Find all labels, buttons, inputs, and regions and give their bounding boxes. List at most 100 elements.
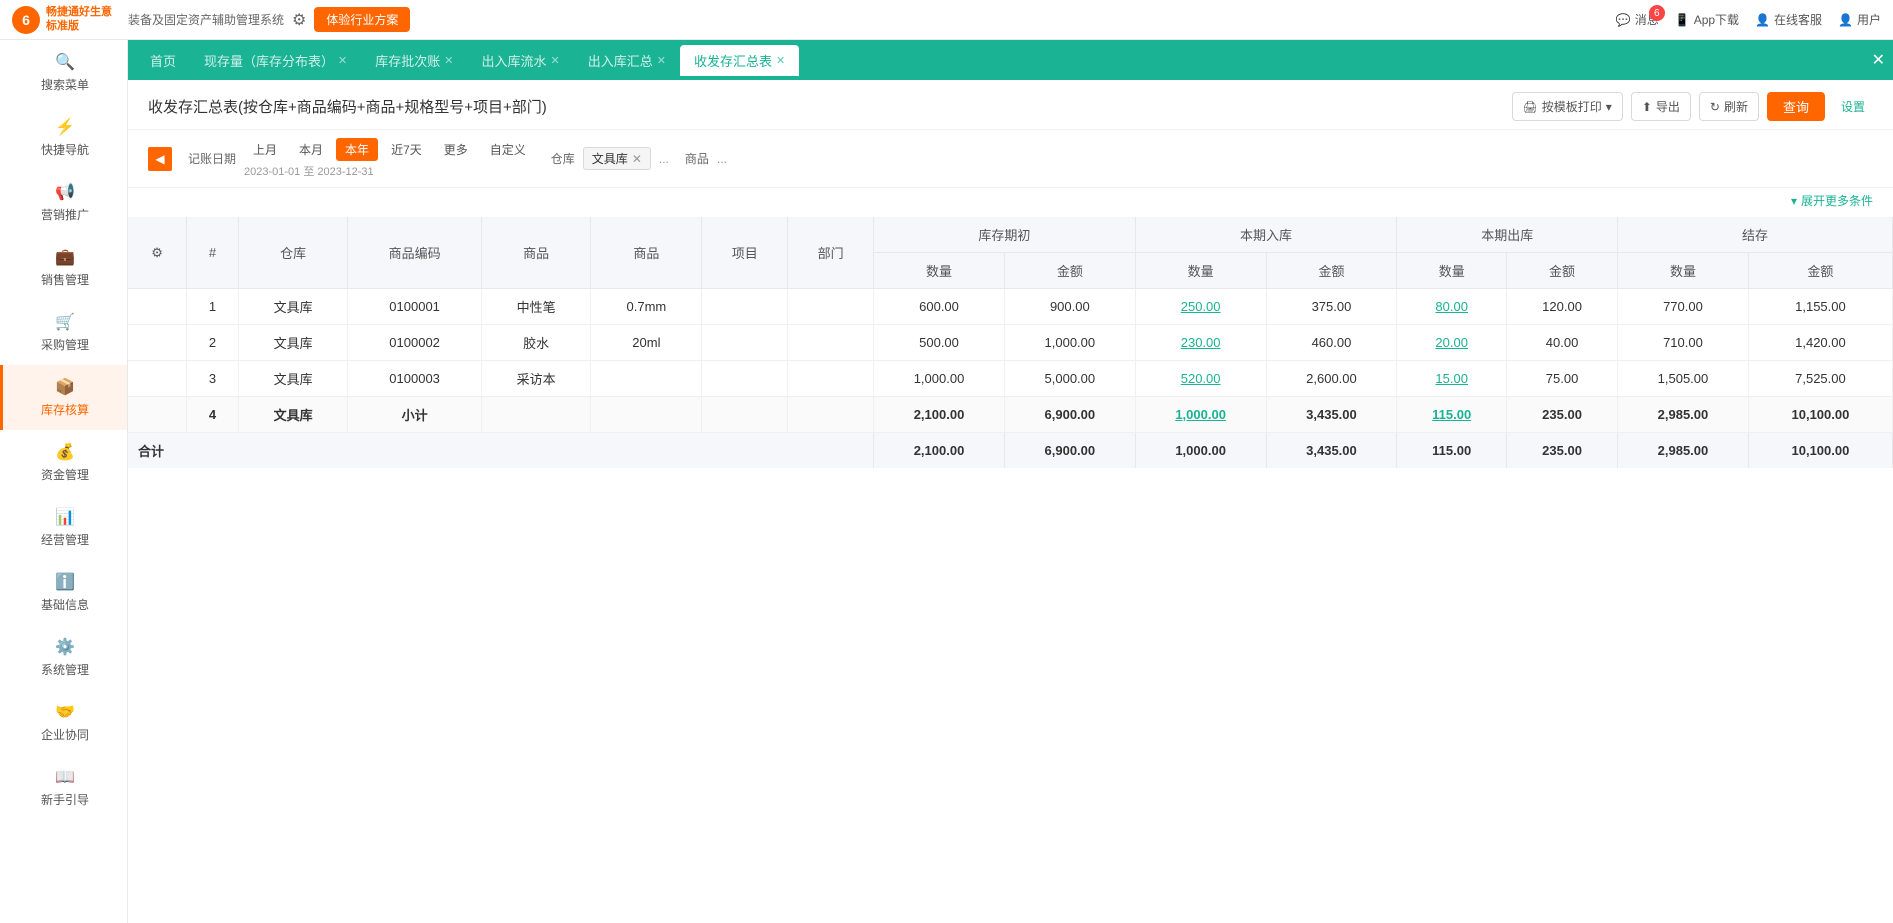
warehouse-more-btn[interactable]: ... [659, 152, 669, 166]
tab-flow[interactable]: 出入库流水 ✕ [467, 45, 573, 76]
date-btn-more[interactable]: 更多 [435, 138, 477, 161]
sidebar-item-purchase[interactable]: 🛒 采购管理 [0, 300, 127, 365]
col-settings-header[interactable]: ⚙ [128, 217, 187, 289]
goods-label: 商品 [685, 150, 709, 167]
tab-bar-close-button[interactable]: ✕ [1872, 50, 1885, 70]
row-in-amt: 375.00 [1266, 289, 1397, 325]
date-btn-this-year[interactable]: 本年 [336, 138, 378, 161]
expand-label: 展开更多条件 [1801, 192, 1873, 209]
tab-inventory-dist[interactable]: 现存量（库存分布表） ✕ [190, 45, 361, 76]
sidebar-item-enterprise[interactable]: 🤝 企业协同 [0, 690, 127, 755]
sidebar-item-label: 搜索菜单 [41, 76, 89, 93]
tab-batch[interactable]: 库存批次账 ✕ [361, 45, 467, 76]
tab-close-icon[interactable]: ✕ [657, 54, 666, 67]
row-project [702, 325, 788, 361]
goods-filter-group: 商品 ... [685, 150, 727, 167]
date-btn-this-month[interactable]: 本月 [290, 138, 332, 161]
sidebar-item-basic-info[interactable]: ℹ️ 基础信息 [0, 560, 127, 625]
trial-button[interactable]: 体验行业方案 [314, 7, 410, 32]
row-in-qty[interactable]: 250.00 [1135, 289, 1266, 325]
guide-icon: 📖 [55, 767, 75, 787]
settings-icon[interactable]: ⚙ [292, 10, 306, 30]
sidebar-item-quick[interactable]: ⚡ 快捷导航 [0, 105, 127, 170]
tab-summary-inout[interactable]: 出入库汇总 ✕ [574, 45, 680, 76]
tab-close-icon[interactable]: ✕ [551, 54, 560, 67]
row-init-qty: 600.00 [874, 289, 1005, 325]
filter-toggle[interactable]: ◀ [148, 147, 172, 171]
tab-close-icon[interactable]: ✕ [338, 54, 347, 67]
date-btn-custom[interactable]: 自定义 [481, 138, 535, 161]
tab-summary[interactable]: 收发存汇总表 ✕ [680, 45, 799, 76]
row-out-qty[interactable]: 15.00 [1397, 361, 1507, 397]
online-service-action[interactable]: 👤 在线客服 [1755, 11, 1822, 28]
col-project-header: 项目 [702, 217, 788, 289]
tab-label: 出入库流水 [481, 51, 546, 70]
row-out-qty[interactable]: 20.00 [1397, 325, 1507, 361]
row-in-qty[interactable]: 230.00 [1135, 325, 1266, 361]
row-goods: 采访本 [481, 361, 591, 397]
tab-close-icon[interactable]: ✕ [444, 54, 453, 67]
sidebar-item-inventory[interactable]: 📦 库存核算 [0, 365, 127, 430]
refresh-button[interactable]: ↻ 刷新 [1699, 92, 1759, 121]
row-no: 1 [187, 289, 239, 325]
sidebar-item-label: 系统管理 [41, 661, 89, 678]
row-project [702, 289, 788, 325]
row-in-qty[interactable]: 520.00 [1135, 361, 1266, 397]
sidebar-item-marketing[interactable]: 📢 营销推广 [0, 170, 127, 235]
col-spec-header: 商品 [591, 217, 702, 289]
row-code: 小计 [348, 397, 481, 433]
sidebar-item-label: 营销推广 [41, 206, 89, 223]
tab-home[interactable]: 首页 [136, 45, 190, 76]
warehouse-tag[interactable]: 文具库 ✕ [583, 147, 651, 170]
table-container[interactable]: ⚙ # 仓库 商品编码 商品 商品 项目 部门 库存期初 本期入库 本期出库 [128, 217, 1893, 923]
row-out-qty[interactable]: 80.00 [1397, 289, 1507, 325]
row-spec: 20ml [591, 325, 702, 361]
row-bal-amt: 10,100.00 [1748, 397, 1892, 433]
message-badge: 6 [1649, 5, 1665, 21]
user-action[interactable]: 👤 用户 [1838, 11, 1881, 28]
row-init-amt: 5,000.00 [1004, 361, 1135, 397]
message-action[interactable]: 💬 消息 6 [1616, 11, 1659, 28]
expand-conditions-button[interactable]: ▾ 展开更多条件 [1791, 192, 1873, 209]
print-button[interactable]: 🖨 按模板打印 ▾ [1512, 92, 1623, 121]
date-filter-group: 记账日期 上月 本月 本年 近7天 更多 自定义 2023-01-01 至 20… [188, 138, 535, 179]
row-out-amt: 75.00 [1507, 361, 1618, 397]
tab-label: 现存量（库存分布表） [204, 51, 334, 70]
table-row: 3 文具库 0100003 采访本 1,000.00 5,000.00 520.… [128, 361, 1893, 397]
footer-out-qty: 115.00 [1397, 433, 1507, 469]
row-dept [788, 325, 874, 361]
row-out-qty[interactable]: 115.00 [1397, 397, 1507, 433]
row-in-amt: 460.00 [1266, 325, 1397, 361]
row-in-qty[interactable]: 1,000.00 [1135, 397, 1266, 433]
user-icon: 👤 [1838, 13, 1853, 27]
user-label: 用户 [1857, 11, 1881, 28]
sidebar-item-sales[interactable]: 💼 销售管理 [0, 235, 127, 300]
sidebar-item-finance[interactable]: 💰 资金管理 [0, 430, 127, 495]
sidebar-item-system[interactable]: ⚙️ 系统管理 [0, 625, 127, 690]
warehouse-tag-close[interactable]: ✕ [632, 152, 642, 166]
export-button[interactable]: ⬆ 导出 [1631, 92, 1691, 121]
row-warehouse: 文具库 [238, 361, 348, 397]
goods-more-btn[interactable]: ... [717, 152, 727, 166]
col-no-header: # [187, 217, 239, 289]
row-spec [591, 361, 702, 397]
system-icon: ⚙️ [55, 637, 75, 657]
app-download-action[interactable]: 📱 App下载 [1675, 11, 1739, 28]
tab-close-icon[interactable]: ✕ [776, 54, 785, 67]
date-btn-7days[interactable]: 近7天 [382, 138, 431, 161]
query-button[interactable]: 查询 [1767, 92, 1825, 121]
sidebar-item-guide[interactable]: 📖 新手引导 [0, 755, 127, 820]
chevron-down-icon: ▾ [1606, 100, 1612, 114]
row-dept [788, 361, 874, 397]
sidebar-item-label: 快捷导航 [41, 141, 89, 158]
date-btn-last-month[interactable]: 上月 [244, 138, 286, 161]
row-in-amt: 2,600.00 [1266, 361, 1397, 397]
system-name: 装备及固定资产辅助管理系统 [128, 11, 284, 28]
tab-label: 收发存汇总表 [694, 51, 772, 70]
sidebar-item-search[interactable]: 🔍 搜索菜单 [0, 40, 127, 105]
row-settings-cell [128, 325, 187, 361]
row-init-qty: 2,100.00 [874, 397, 1005, 433]
settings-text-button[interactable]: 设置 [1833, 93, 1873, 120]
sidebar-item-operations[interactable]: 📊 经营管理 [0, 495, 127, 560]
row-bal-qty: 1,505.00 [1618, 361, 1749, 397]
